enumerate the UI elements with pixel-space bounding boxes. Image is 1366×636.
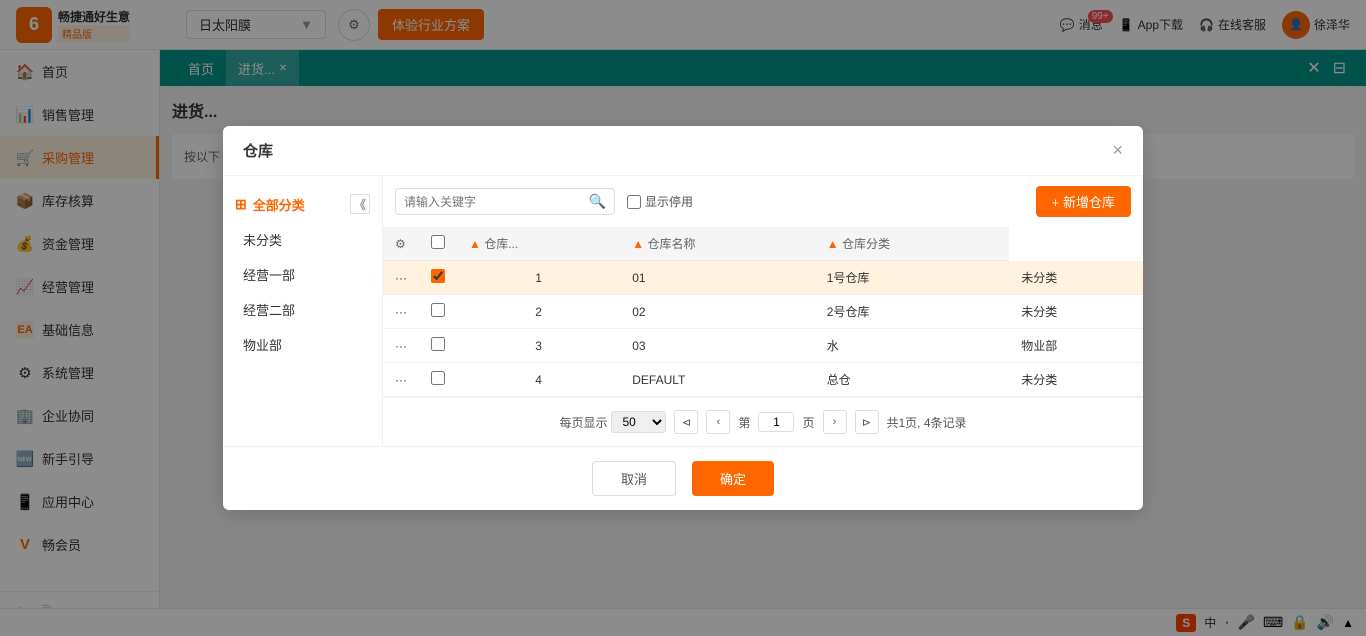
row-checkbox[interactable] <box>431 337 445 351</box>
row-num: 1 <box>457 261 620 295</box>
table-panel: 🔍 显示停用 + 新增仓库 ⚙ <box>383 176 1143 446</box>
row-name: 1号仓库 <box>815 261 1009 295</box>
page-size-dropdown[interactable]: 50 10 20 100 <box>611 411 666 433</box>
col-code: ▲ 仓库... <box>457 227 620 261</box>
category-panel: ⊞ 全部分类 《 未分类 经营一部 经营二部 物业部 <box>223 176 383 446</box>
row-gear: ··· <box>383 329 419 363</box>
row-category: 未分类 <box>1009 261 1143 295</box>
col-name: ▲ 仓库名称 <box>620 227 814 261</box>
table-row[interactable]: ··· 2 02 2号仓库 未分类 <box>383 295 1143 329</box>
col-checkbox <box>419 227 457 261</box>
category-all-header[interactable]: ⊞ 全部分类 《 <box>223 186 382 222</box>
modal-footer: 取消 确定 <box>223 446 1143 510</box>
modal-close-btn[interactable]: × <box>1112 140 1123 161</box>
show-disabled-label: 显示停用 <box>645 193 693 210</box>
category-all-label: 全部分类 <box>253 195 305 214</box>
table-scroll: ⚙ ▲ 仓库... ▲ 仓库名称 <box>383 227 1143 397</box>
row-gear: ··· <box>383 295 419 329</box>
last-page-btn[interactable]: ⊳ <box>855 410 879 434</box>
row-num: 4 <box>457 363 620 397</box>
page-number-input[interactable] <box>758 412 794 432</box>
table-row[interactable]: ··· 1 01 1号仓库 未分类 <box>383 261 1143 295</box>
row-checkbox[interactable] <box>431 303 445 317</box>
row-category: 未分类 <box>1009 295 1143 329</box>
select-all-checkbox[interactable] <box>431 235 445 249</box>
confirm-btn[interactable]: 确定 <box>692 461 774 496</box>
modal-header: 仓库 × <box>223 126 1143 176</box>
modal-body: ⊞ 全部分类 《 未分类 经营一部 经营二部 物业部 <box>223 176 1143 446</box>
prev-page-btn[interactable]: ‹ <box>706 410 730 434</box>
page-size-select: 每页显示 50 10 20 100 <box>559 411 666 433</box>
search-input-wrap: 🔍 <box>395 188 615 215</box>
row-checkbox[interactable] <box>431 269 445 283</box>
category-item-ops2[interactable]: 经营二部 <box>223 292 382 327</box>
col-category: ▲ 仓库分类 <box>815 227 1009 261</box>
show-disabled-checkbox[interactable] <box>627 195 641 209</box>
cancel-btn[interactable]: 取消 <box>592 461 676 496</box>
total-label: 共1页, 4条记录 <box>887 414 967 431</box>
page-unit: 页 <box>802 414 814 431</box>
category-item-ops1[interactable]: 经营一部 <box>223 257 382 292</box>
category-item-uncategorized[interactable]: 未分类 <box>223 222 382 257</box>
show-disabled-checkbox-wrap: 显示停用 <box>627 193 693 210</box>
row-checkbox-cell <box>419 363 457 397</box>
search-input[interactable] <box>404 195 589 209</box>
row-checkbox-cell <box>419 329 457 363</box>
row-checkbox-cell <box>419 295 457 329</box>
next-page-btn[interactable]: › <box>823 410 847 434</box>
row-code: 01 <box>620 261 814 295</box>
row-code: 03 <box>620 329 814 363</box>
row-name: 水 <box>815 329 1009 363</box>
first-page-btn[interactable]: ⊲ <box>674 410 698 434</box>
col-gear: ⚙ <box>383 227 419 261</box>
table-toolbar: 🔍 显示停用 + 新增仓库 <box>383 176 1143 227</box>
table-row[interactable]: ··· 4 DEFAULT 总仓 未分类 <box>383 363 1143 397</box>
row-checkbox-cell <box>419 261 457 295</box>
modal-overlay: 仓库 × ⊞ 全部分类 《 未分类 经营一部 经营二部 <box>0 0 1366 636</box>
pagination: 每页显示 50 10 20 100 ⊲ ‹ 第 页 › ⊳ <box>383 397 1143 446</box>
row-code: DEFAULT <box>620 363 814 397</box>
row-checkbox[interactable] <box>431 371 445 385</box>
row-num: 2 <box>457 295 620 329</box>
row-code: 02 <box>620 295 814 329</box>
page-label: 第 <box>738 414 750 431</box>
row-name: 2号仓库 <box>815 295 1009 329</box>
row-name: 总仓 <box>815 363 1009 397</box>
modal-title: 仓库 <box>243 140 273 161</box>
category-collapse-btn[interactable]: 《 <box>350 194 370 214</box>
table-row[interactable]: ··· 3 03 水 物业部 <box>383 329 1143 363</box>
warehouse-modal: 仓库 × ⊞ 全部分类 《 未分类 经营一部 经营二部 <box>223 126 1143 510</box>
row-num: 3 <box>457 329 620 363</box>
category-item-property[interactable]: 物业部 <box>223 327 382 362</box>
row-gear: ··· <box>383 261 419 295</box>
row-category: 物业部 <box>1009 329 1143 363</box>
new-warehouse-btn[interactable]: + 新增仓库 <box>1036 186 1131 217</box>
search-icon[interactable]: 🔍 <box>589 193 606 210</box>
page-size-label: 每页显示 <box>559 414 607 431</box>
row-gear: ··· <box>383 363 419 397</box>
warehouse-table: ⚙ ▲ 仓库... ▲ 仓库名称 <box>383 227 1143 397</box>
row-category: 未分类 <box>1009 363 1143 397</box>
